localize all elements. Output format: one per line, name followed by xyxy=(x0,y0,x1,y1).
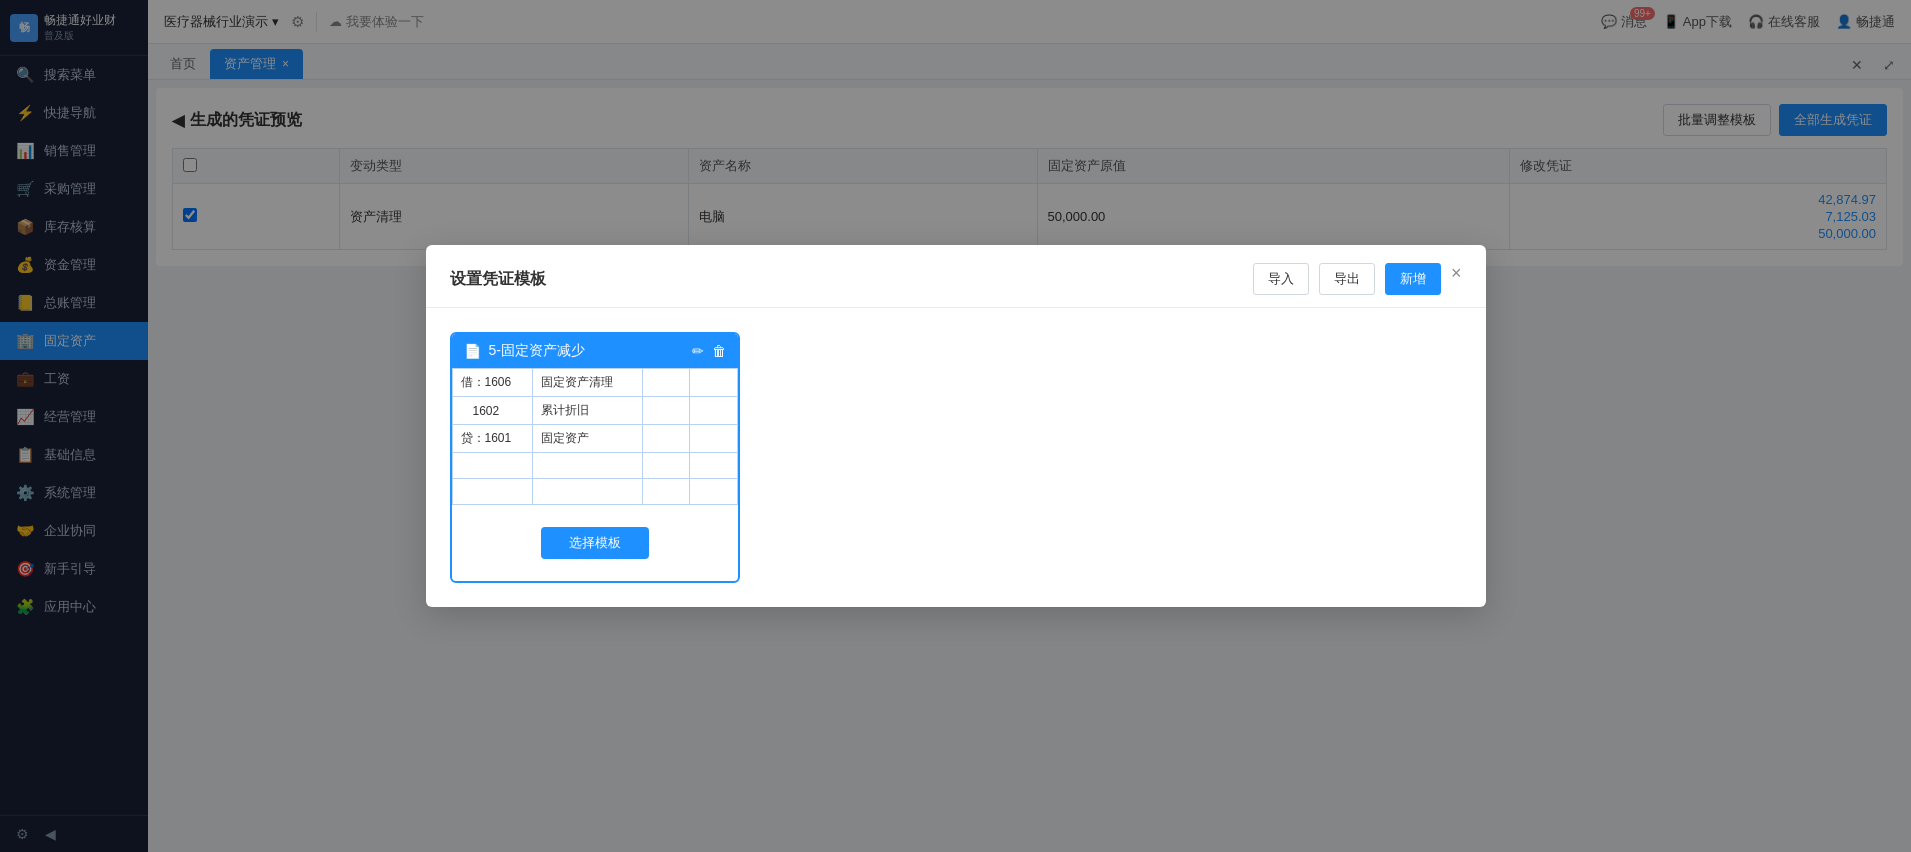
debit-extra xyxy=(690,369,738,397)
template-empty-row-1 xyxy=(452,453,737,479)
template-file-icon: 📄 xyxy=(464,343,481,359)
template-name: 5-固定资产减少 xyxy=(489,342,585,360)
new-template-btn[interactable]: 新增 xyxy=(1385,263,1441,295)
debit2-extra xyxy=(690,397,738,425)
voucher-template-modal: 设置凭证模板 导入 导出 新增 × 📄 5-固定资产减少 xyxy=(426,245,1486,607)
select-template-btn[interactable]: 选择模板 xyxy=(541,527,649,559)
empty-cell xyxy=(452,479,532,505)
debit-account: 固定资产清理 xyxy=(532,369,642,397)
template-edit-icon[interactable]: ✏ xyxy=(692,343,704,359)
empty-cell xyxy=(642,479,690,505)
modal-overlay: 设置凭证模板 导入 导出 新增 × 📄 5-固定资产减少 xyxy=(0,0,1911,852)
template-row: 1602 累计折旧 xyxy=(452,397,737,425)
template-card-header: 📄 5-固定资产减少 ✏ 🗑 xyxy=(452,334,738,368)
empty-cell xyxy=(532,453,642,479)
credit-label: 贷：1601 xyxy=(452,425,532,453)
template-row: 贷：1601 固定资产 xyxy=(452,425,737,453)
modal-close-btn[interactable]: × xyxy=(1451,263,1462,295)
empty-cell xyxy=(690,453,738,479)
import-btn[interactable]: 导入 xyxy=(1253,263,1309,295)
credit-extra xyxy=(690,425,738,453)
empty-cell xyxy=(532,479,642,505)
template-delete-icon[interactable]: 🗑 xyxy=(712,343,726,359)
debit2-label: 1602 xyxy=(452,397,532,425)
empty-cell xyxy=(642,453,690,479)
modal-header: 设置凭证模板 导入 导出 新增 × xyxy=(426,245,1486,308)
debit-label: 借：1606 xyxy=(452,369,532,397)
template-detail-table: 借：1606 固定资产清理 1602 累计折旧 xyxy=(452,368,738,505)
template-card-header-actions: ✏ 🗑 xyxy=(692,343,726,359)
debit2-account: 累计折旧 xyxy=(532,397,642,425)
template-empty-row-2 xyxy=(452,479,737,505)
modal-toolbar: 导入 导出 新增 × xyxy=(1253,263,1462,295)
empty-cell xyxy=(452,453,532,479)
empty-cell xyxy=(690,479,738,505)
debit-amount xyxy=(642,369,690,397)
template-card: 📄 5-固定资产减少 ✏ 🗑 借：1606 固定资产清理 xyxy=(450,332,740,583)
debit2-amount xyxy=(642,397,690,425)
modal-body: 📄 5-固定资产减少 ✏ 🗑 借：1606 固定资产清理 xyxy=(426,308,1486,607)
credit-amount xyxy=(642,425,690,453)
export-btn[interactable]: 导出 xyxy=(1319,263,1375,295)
template-list: 📄 5-固定资产减少 ✏ 🗑 借：1606 固定资产清理 xyxy=(450,332,1462,583)
template-card-header-left: 📄 5-固定资产减少 xyxy=(464,342,585,360)
template-row: 借：1606 固定资产清理 xyxy=(452,369,737,397)
modal-title: 设置凭证模板 xyxy=(450,269,546,290)
credit-account: 固定资产 xyxy=(532,425,642,453)
